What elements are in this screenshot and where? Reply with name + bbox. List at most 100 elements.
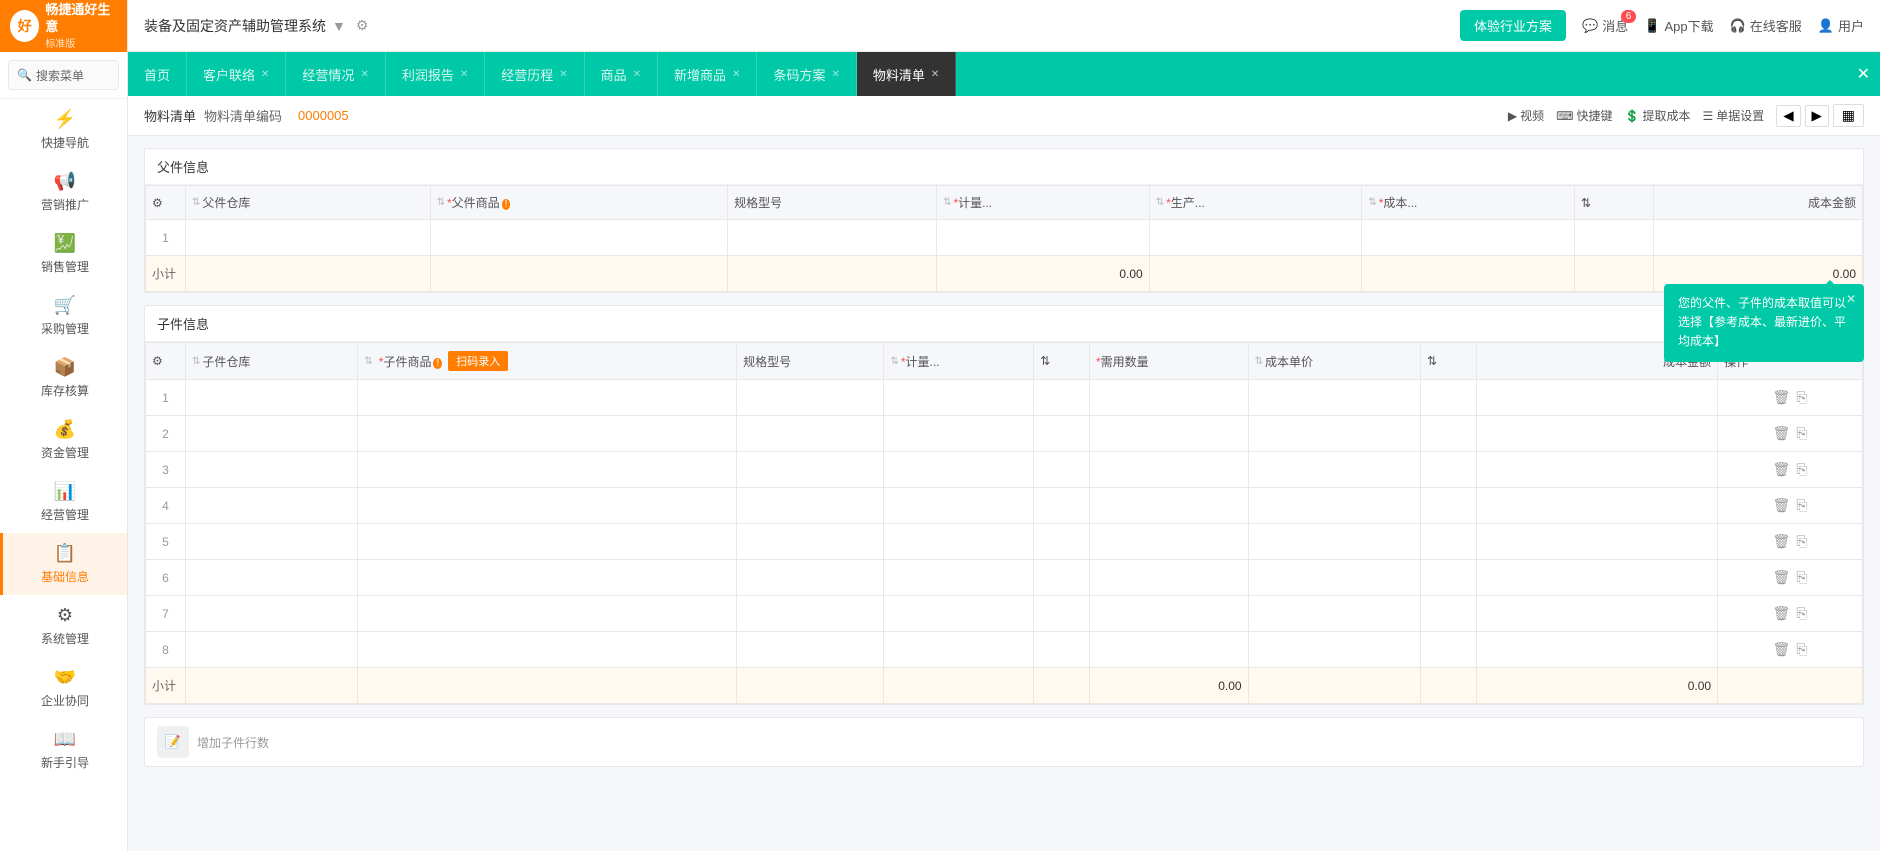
doc-settings-action[interactable]: ☰ 单据设置 — [1702, 107, 1764, 124]
sort-icon[interactable]: ⇅ — [1581, 196, 1591, 210]
delete-icon-5[interactable]: 🗑 — [1773, 533, 1791, 550]
parent-cell-warehouse[interactable] — [186, 220, 431, 256]
copy-icon-5[interactable]: ⎘ — [1796, 533, 1807, 550]
sort-icon[interactable]: ⇅ — [1368, 197, 1376, 208]
tab-goods[interactable]: 商品 ✕ — [585, 52, 658, 96]
parent-cell-cost[interactable] — [1362, 220, 1575, 256]
tab-close-new-goods[interactable]: ✕ — [732, 69, 740, 80]
child-c2-goods[interactable] — [358, 416, 737, 452]
trial-button[interactable]: 体验行业方案 — [1460, 10, 1566, 41]
sidebar-item-sales[interactable]: 💹 销售管理 — [0, 223, 127, 285]
tab-close-customer[interactable]: ✕ — [261, 69, 269, 80]
child-c1-qty[interactable] — [884, 380, 1034, 416]
child-c2-warehouse[interactable] — [186, 416, 358, 452]
sidebar-item-guide[interactable]: 📖 新手引导 — [0, 719, 127, 781]
child-col-extra: ⇅ — [1034, 343, 1090, 380]
sort-icon[interactable]: ⇅ — [1156, 197, 1164, 208]
copy-icon-8[interactable]: ⎘ — [1796, 641, 1807, 658]
delete-icon-1[interactable]: 🗑 — [1773, 389, 1791, 406]
sidebar-item-basic[interactable]: 📋 基础信息 — [0, 533, 127, 595]
tab-history[interactable]: 经营历程 ✕ — [485, 52, 584, 96]
sort-icon[interactable]: ⇅ — [1040, 354, 1050, 368]
sidebar-item-collab[interactable]: 🤝 企业协同 — [0, 657, 127, 719]
parent-cell-qty[interactable] — [937, 220, 1150, 256]
parent-col-settings[interactable]: ⚙ — [146, 186, 186, 220]
tab-profit[interactable]: 利润报告 ✕ — [386, 52, 485, 96]
tab-close-profit[interactable]: ✕ — [460, 69, 468, 80]
quicknav-icon: ⚡ — [54, 109, 76, 130]
child-c1-warehouse[interactable] — [186, 380, 358, 416]
online-service-action[interactable]: 🎧 在线客服 — [1730, 16, 1802, 35]
child-col-settings[interactable]: ⚙ — [146, 343, 186, 380]
parent-col-goods: ⇅*父件商品! — [430, 186, 728, 220]
shortcut-action[interactable]: ⌨ 快捷键 — [1556, 107, 1612, 124]
add-row-button[interactable]: 📝 — [157, 726, 189, 758]
tooltip-close-button[interactable]: ✕ — [1846, 290, 1856, 309]
child-c1-extra2 — [1420, 380, 1476, 416]
delete-icon-4[interactable]: 🗑 — [1773, 497, 1791, 514]
tab-new-goods[interactable]: 新增商品 ✕ — [658, 52, 757, 96]
child-c2-qty[interactable] — [884, 416, 1034, 452]
delete-icon-3[interactable]: 🗑 — [1773, 461, 1791, 478]
app-download-action[interactable]: 📱 App下载 — [1644, 16, 1713, 35]
child-c2-needed[interactable] — [1089, 416, 1248, 452]
sidebar-item-system[interactable]: ⚙ 系统管理 — [0, 595, 127, 657]
grid-view-button[interactable]: ▦ — [1833, 104, 1864, 127]
sort-icon[interactable]: ⇅ — [192, 356, 200, 367]
message-icon: 💬 — [1582, 18, 1598, 34]
user-action[interactable]: 👤 用户 — [1818, 16, 1864, 35]
sort-icon[interactable]: ⇅ — [364, 356, 372, 367]
close-all-tabs[interactable]: ✕ — [1847, 64, 1880, 84]
tab-close-operation[interactable]: ✕ — [360, 69, 368, 80]
sort-icon[interactable]: ⇅ — [192, 197, 200, 208]
prev-button[interactable]: ◀ — [1776, 105, 1800, 127]
video-action[interactable]: ▶ 视频 — [1508, 107, 1544, 124]
copy-icon-1[interactable]: ⎘ — [1796, 389, 1807, 406]
copy-icon-2[interactable]: ⎘ — [1796, 425, 1807, 442]
delete-icon-6[interactable]: 🗑 — [1773, 569, 1791, 586]
tab-close-history[interactable]: ✕ — [559, 69, 567, 80]
tab-close-barcode[interactable]: ✕ — [831, 69, 839, 80]
tab-close-goods[interactable]: ✕ — [633, 69, 641, 80]
sort-icon[interactable]: ⇅ — [890, 356, 898, 367]
sort-icon[interactable]: ⇅ — [1427, 354, 1437, 368]
settings-icon[interactable]: ⚙ — [356, 17, 369, 34]
delete-icon-8[interactable]: 🗑 — [1773, 641, 1791, 658]
child-c1-needed[interactable] — [1089, 380, 1248, 416]
sidebar-item-finance[interactable]: 💰 资金管理 — [0, 409, 127, 471]
tab-barcode[interactable]: 条码方案 ✕ — [757, 52, 856, 96]
copy-icon-7[interactable]: ⎘ — [1796, 605, 1807, 622]
tab-bom[interactable]: 物料清单 ✕ — [857, 52, 956, 96]
sidebar-item-business[interactable]: 📊 经营管理 — [0, 471, 127, 533]
gear-icon: ⚙ — [152, 196, 163, 210]
system-title-dropdown-icon[interactable]: ▼ — [332, 18, 346, 34]
delete-icon-2[interactable]: 🗑 — [1773, 425, 1791, 442]
tab-operation[interactable]: 经营情况 ✕ — [286, 52, 385, 96]
sidebar-item-marketing[interactable]: 📢 营销推广 — [0, 161, 127, 223]
search-menu-button[interactable]: 🔍 搜索菜单 — [8, 60, 119, 90]
child-c1-goods[interactable] — [358, 380, 737, 416]
parent-cell-prod[interactable] — [1149, 220, 1362, 256]
copy-icon-3[interactable]: ⎘ — [1796, 461, 1807, 478]
sidebar-item-quicknav[interactable]: ⚡ 快捷导航 — [0, 99, 127, 161]
parent-cell-spec[interactable] — [728, 220, 937, 256]
message-action[interactable]: 💬 消息 6 — [1582, 16, 1628, 35]
cost-action[interactable]: 💲 提取成本 — [1625, 107, 1691, 124]
next-button[interactable]: ▶ — [1805, 105, 1829, 127]
child-c2-spec[interactable] — [737, 416, 884, 452]
sort-icon[interactable]: ⇅ — [943, 197, 951, 208]
sidebar-item-purchase[interactable]: 🛒 采购管理 — [0, 285, 127, 347]
parent-cell-goods[interactable] — [430, 220, 728, 256]
sort-icon[interactable]: ⇅ — [437, 197, 445, 208]
child-c1-spec[interactable] — [737, 380, 884, 416]
scan-input-button[interactable]: 扫码录入 — [448, 351, 508, 371]
tab-customer[interactable]: 客户联络 ✕ — [187, 52, 286, 96]
copy-icon-4[interactable]: ⎘ — [1796, 497, 1807, 514]
delete-icon-7[interactable]: 🗑 — [1773, 605, 1791, 622]
tab-close-bom[interactable]: ✕ — [931, 69, 939, 80]
sidebar-item-inventory[interactable]: 📦 库存核算 — [0, 347, 127, 409]
child-row-5: 5 🗑⎘ — [146, 524, 1863, 560]
copy-icon-6[interactable]: ⎘ — [1796, 569, 1807, 586]
sort-icon[interactable]: ⇅ — [1255, 356, 1263, 367]
tab-home[interactable]: 首页 — [128, 52, 187, 96]
